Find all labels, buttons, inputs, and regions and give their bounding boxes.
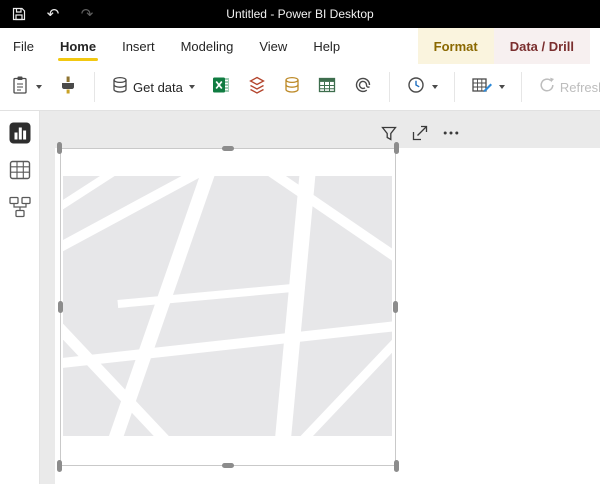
paste-button[interactable] [10,75,42,100]
tab-modeling[interactable]: Modeling [168,28,247,64]
resize-handle-top-right[interactable] [394,142,399,154]
data-view-icon [8,158,32,187]
resize-handle-bottom[interactable] [222,463,234,468]
enter-data-button[interactable] [317,75,337,100]
tab-file[interactable]: File [0,28,47,64]
database-icon [111,76,129,99]
focus-mode-icon[interactable] [411,124,429,142]
tab-home[interactable]: Home [47,28,109,64]
toolbar-divider [388,72,390,102]
recent-sources-clock-icon [406,75,426,100]
recent-sources-button[interactable] [406,75,438,100]
refresh-icon [538,76,556,99]
resize-handle-top[interactable] [222,146,234,151]
tab-data-drill[interactable]: Data / Drill [493,28,590,64]
refresh-button[interactable]: Refresh [538,76,600,99]
filter-icon[interactable] [380,124,398,142]
tab-help[interactable]: Help [300,28,353,64]
chevron-down-icon [36,85,42,89]
report-view-icon [8,121,32,150]
dataverse-button[interactable] [353,75,373,100]
refresh-label: Refresh [559,79,600,95]
undo-icon[interactable]: ↶ [44,5,62,23]
toolbar-divider [94,72,95,102]
data-hub-icon [247,75,267,100]
title-bar: ↶ ↷ Untitled - Power BI Desktop [0,0,600,28]
excel-icon [211,75,231,100]
format-painter-button[interactable] [58,75,78,100]
excel-workbook-button[interactable] [211,75,231,100]
model-view-button[interactable] [7,196,33,222]
format-painter-icon [58,75,78,100]
data-view-button[interactable] [7,159,33,185]
resize-handle-top-left[interactable] [57,142,62,154]
paste-icon [10,75,30,100]
chevron-down-icon [188,85,195,89]
chevron-down-icon [431,85,438,89]
transform-data-icon [471,75,493,100]
data-hub-button[interactable] [247,75,267,100]
model-view-icon [8,195,32,224]
visual-header-toolbar [380,124,460,142]
transform-data-button[interactable] [471,75,505,100]
dataverse-icon [353,75,373,100]
tab-format[interactable]: Format [417,28,494,64]
report-view-button[interactable] [7,122,33,148]
resize-handle-right[interactable] [393,301,398,313]
toolbar-divider [453,72,455,102]
resize-handle-bottom-left[interactable] [57,460,62,472]
more-options-icon[interactable] [442,124,460,142]
save-icon[interactable] [10,5,28,23]
map-visual[interactable] [57,142,399,472]
report-canvas [40,111,600,484]
resize-handle-bottom-right[interactable] [394,460,399,472]
sql-server-button[interactable] [283,76,301,99]
map-visual-placeholder [63,176,392,436]
tab-view[interactable]: View [246,28,300,64]
tab-insert[interactable]: Insert [109,28,168,64]
ribbon-tab-bar: File Home Insert Modeling View Help Form… [0,28,600,64]
ribbon-toolbar: Get data Refres [0,64,600,111]
sql-server-icon [283,76,301,99]
toolbar-divider [520,72,522,102]
chevron-down-icon [498,85,505,89]
enter-data-icon [317,75,337,100]
get-data-label: Get data [133,79,183,95]
redo-icon[interactable]: ↷ [78,5,96,23]
view-switcher [0,111,40,484]
resize-handle-left[interactable] [58,301,63,313]
get-data-button[interactable]: Get data [111,76,195,99]
